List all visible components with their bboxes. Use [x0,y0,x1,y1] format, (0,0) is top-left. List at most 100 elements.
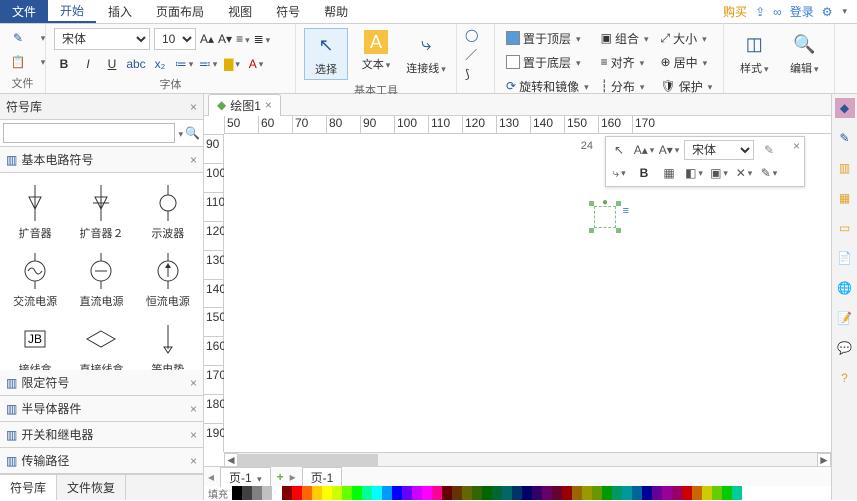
rsb-grid-icon[interactable]: ▦ [835,188,855,208]
scroll-left-icon[interactable]: ◄ [224,453,238,467]
bold-icon[interactable]: B [54,54,74,74]
cat-qualifier[interactable]: ▥限定符号× [0,370,203,396]
format-painter-icon[interactable]: ✎ [8,28,28,48]
gear-icon[interactable]: ⚙ [822,5,833,19]
ft-brush-icon[interactable]: ✎ [759,140,779,160]
edit-button[interactable]: 🔍编辑 [782,28,826,78]
file-menu[interactable]: 文件 [0,0,48,23]
symbol-equipotential[interactable]: 等电势 [135,315,201,370]
cat-transmission[interactable]: ▥传输路径× [0,448,203,474]
connector-tool[interactable]: ⤷连接线 [404,28,448,78]
rsb-shape-icon[interactable]: ▭ [835,218,855,238]
symbol-search-input[interactable] [3,123,175,143]
shape-arc-icon[interactable]: ⟆ [465,67,470,81]
network-share-icon[interactable]: ∞ [773,5,782,19]
tab-start[interactable]: 开始 [48,0,96,23]
send-back[interactable]: 置于底层 [503,52,592,72]
page-first-icon[interactable]: ◂ [208,470,214,484]
font-size-select[interactable]: 10 [154,28,196,50]
left-tab-symbols[interactable]: 符号库 [0,475,57,500]
rsb-theme-icon[interactable]: ◆ [835,98,855,118]
font-name-select[interactable]: 宋体 [54,28,150,50]
ft-dec-font[interactable]: A▾ [659,140,679,160]
search-dropdown[interactable] [177,126,184,140]
ft-bold-icon[interactable]: B [634,163,654,183]
rsb-layers-icon[interactable]: ▥ [835,158,855,178]
paste-icon[interactable]: 📋 [8,52,28,72]
float-close-icon[interactable]: × [793,139,800,153]
rsb-edit-icon[interactable]: ✎ [835,128,855,148]
rsb-globe-icon[interactable]: 🌐 [835,278,855,298]
bring-front[interactable]: 置于顶层 [503,28,592,48]
decrease-font-icon[interactable]: A▾ [218,32,232,46]
tab-symbol[interactable]: 符号 [264,0,312,23]
cat-close-icon[interactable]: × [190,376,197,390]
doc-close-icon[interactable]: × [265,98,272,112]
buy-link[interactable]: 购买 [723,3,747,20]
cat-semiconductor[interactable]: ▥半导体器件× [0,396,203,422]
font-color-icon[interactable]: A [246,54,266,74]
color-palette[interactable] [232,486,831,500]
highlight-icon[interactable]: ▇ [222,54,242,74]
panel-close-icon[interactable]: × [190,100,197,114]
ft-tools-icon[interactable]: ✕ [734,163,754,183]
align-shapes[interactable]: ≡对齐 [598,52,652,72]
numbering-icon[interactable]: ≕ [198,54,218,74]
symbol-current-source[interactable]: 恒流电源 [135,247,201,315]
scroll-right-icon[interactable]: ► [817,453,831,467]
distribute[interactable]: ┆分布 [598,76,652,96]
symbol-oscilloscope[interactable]: 示波器 [135,179,201,247]
ft-font-select[interactable]: 宋体 [684,140,754,160]
cat-switch-relay[interactable]: ▥开关和继电器× [0,422,203,448]
tab-view[interactable]: 视图 [216,0,264,23]
share-icon[interactable]: ⇪ [755,5,765,19]
rsb-note-icon[interactable]: 📝 [835,308,855,328]
shape-oval-icon[interactable]: ◯ [465,28,478,42]
cat-close-icon[interactable]: × [190,402,197,416]
symbol-ac-source[interactable]: 交流电源 [2,247,68,315]
rotate-mirror[interactable]: ⟳旋转和镜像 [503,76,592,96]
symbol-dc-source[interactable]: 直流电源 [68,247,134,315]
cat-basic-circuit[interactable]: ▥基本电路符号× [0,147,203,173]
ft-shadow-icon[interactable]: ◧ [684,163,704,183]
canvas[interactable]: 24 × ↖ A▴ A▾ 宋体 ✎ ⤷ B ▦ ◧ ▣ [224,134,831,452]
search-icon[interactable]: 🔍 [185,126,200,140]
cat-close-icon[interactable]: × [190,454,197,468]
subscript-icon[interactable]: x₂ [150,54,170,74]
center-menu[interactable]: ⊕居中 [658,52,716,72]
align-h-menu[interactable]: ≡ [236,32,250,46]
increase-font-icon[interactable]: A▴ [200,32,214,46]
ft-connector-icon[interactable]: ⤷ [609,163,629,183]
align-v-menu[interactable]: ≣ [254,32,271,46]
doc-tab[interactable]: ◆ 绘图1 × [208,94,281,116]
placed-shape[interactable]: ●≡ [594,206,616,228]
symbol-amplifier-2[interactable]: 扩音器２ [68,179,134,247]
cat-close-icon[interactable]: × [190,153,197,167]
ft-edit-icon[interactable]: ✎ [759,163,779,183]
underline-icon[interactable]: U [102,54,122,74]
login-link[interactable]: 登录 [790,3,814,20]
cat-close-icon[interactable]: × [190,428,197,442]
rsb-chat-icon[interactable]: 💬 [835,338,855,358]
tab-help[interactable]: 帮助 [312,0,360,23]
rsb-help-icon[interactable]: ? [835,368,855,388]
bullets-icon[interactable]: ≔ [174,54,194,74]
page-add-icon[interactable]: + [277,470,284,484]
symbol-amplifier[interactable]: 扩音器 [2,179,68,247]
tab-insert[interactable]: 插入 [96,0,144,23]
page-tab[interactable]: 页-1 [220,467,271,487]
rsb-doc-icon[interactable]: 📄 [835,248,855,268]
style-button[interactable]: ◫样式 [732,28,776,78]
protect-menu[interactable]: 🛡保护 [658,76,716,96]
ft-inc-font[interactable]: A▴ [634,140,654,160]
tab-layout[interactable]: 页面布局 [144,0,216,23]
group-shapes[interactable]: ▣组合 [598,28,652,48]
page-tab-2[interactable]: 页-1 [302,467,343,487]
shape-line-icon[interactable]: ／ [465,46,477,63]
ft-fill-icon[interactable]: ▦ [659,163,679,183]
italic-icon[interactable]: I [78,54,98,74]
text-tool[interactable]: A文本 [354,28,398,74]
gear-dropdown[interactable] [840,6,847,17]
ft-group-icon[interactable]: ▣ [709,163,729,183]
strike-icon[interactable]: abc [126,54,146,74]
